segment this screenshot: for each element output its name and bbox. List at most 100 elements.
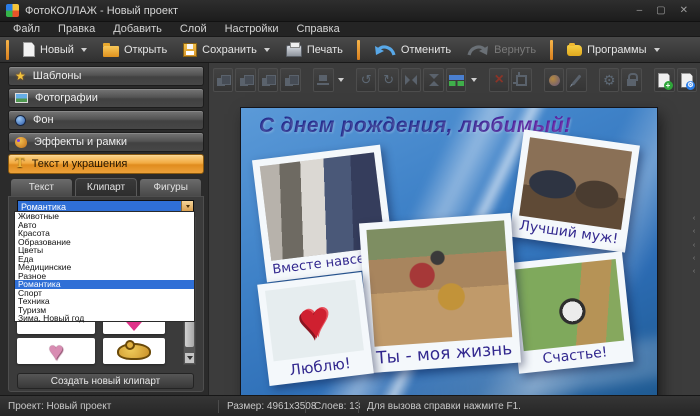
undo-button[interactable]: Отменить: [366, 39, 459, 61]
sidebar-item-photos[interactable]: Фотографии: [8, 88, 204, 108]
photo-man-sitting: [519, 137, 632, 230]
crop-button[interactable]: [511, 68, 531, 92]
maximize-button[interactable]: ▢: [656, 6, 665, 16]
add-page-button[interactable]: +: [654, 68, 674, 92]
panel-splitter-handle[interactable]: ‹ ‹ ‹ ‹ ‹: [690, 215, 698, 275]
text-icon: T: [15, 158, 25, 170]
sidebar-tabs: Текст Клипарт Фигуры: [8, 178, 204, 196]
layer-front-button[interactable]: [258, 68, 278, 92]
tab-shapes[interactable]: Фигуры: [139, 178, 202, 196]
status-size: Размер: 4961x3508: [219, 401, 305, 412]
flip-horizontal-icon: [404, 74, 418, 86]
save-button[interactable]: Сохранить: [175, 39, 278, 61]
open-button[interactable]: Открыть: [95, 39, 175, 61]
align-button[interactable]: [313, 68, 333, 92]
photo-flower-heart: ♥: [265, 280, 364, 362]
chevron-down-icon[interactable]: [654, 48, 660, 52]
align-dropdown[interactable]: [336, 68, 344, 92]
chevron-left-icon: ‹: [693, 242, 695, 249]
clipart-thumbnail[interactable]: [103, 338, 165, 364]
redo-button[interactable]: Вернуть: [459, 39, 544, 61]
photo-frame-my-life[interactable]: Ты - моя жизнь: [359, 213, 521, 373]
chevron-left-icon: ‹: [693, 268, 695, 275]
programs-button[interactable]: Программы: [559, 39, 667, 61]
folder-icon: [103, 46, 119, 57]
template-dropdown[interactable]: [468, 68, 476, 92]
tab-clipart[interactable]: Клипарт: [75, 178, 138, 196]
main-toolbar: Новый Открыть Сохранить Печать Отменить: [0, 37, 700, 63]
layer-backward-icon: [239, 74, 253, 87]
close-button[interactable]: ✕: [680, 6, 688, 16]
sidebar-item-templates[interactable]: ★ Шаблоны: [8, 66, 204, 86]
sidebar-item-effects[interactable]: Эффекты и рамки: [8, 132, 204, 152]
status-help: Для вызова справки нажмите F1.: [359, 401, 529, 412]
page-settings-button[interactable]: ⚙: [677, 68, 697, 92]
effects-button[interactable]: [544, 68, 564, 92]
align-icon: [316, 74, 330, 86]
heart-icon: ♥: [296, 295, 332, 346]
redo-arrow-icon: [467, 41, 489, 58]
photo-frame-love[interactable]: ♥ Люблю!: [257, 272, 374, 386]
rotate-right-button[interactable]: ↻: [378, 68, 398, 92]
photo-frame-best-husband[interactable]: Лучший муж!: [509, 129, 640, 252]
collage-canvas[interactable]: С днем рождения, любимый! Вместе навсегд…: [241, 108, 657, 407]
programs-icon: [567, 45, 582, 56]
photo-couple-walking: [366, 220, 512, 346]
menu-help[interactable]: Справка: [288, 23, 349, 35]
app-window: ФотоКОЛЛАЖ - Новый проект – ▢ ✕ Файл Пра…: [0, 0, 700, 416]
settings-button[interactable]: ⚙: [599, 68, 619, 92]
layer-backward-button[interactable]: [235, 68, 255, 92]
chevron-down-icon[interactable]: [264, 48, 270, 52]
status-layers: Слоев: 13: [306, 401, 358, 412]
photo-icon: [15, 93, 28, 103]
delete-button[interactable]: ×: [489, 68, 509, 92]
dropdown-item[interactable]: Животные: [15, 212, 194, 221]
effects-icon: [549, 75, 560, 86]
status-project: Проект: Новый проект: [0, 401, 218, 412]
flip-vertical-button[interactable]: [423, 68, 443, 92]
chevron-down-icon: [471, 78, 477, 82]
minimize-button[interactable]: –: [637, 6, 643, 16]
layer-back-button[interactable]: [280, 68, 300, 92]
dropdown-item[interactable]: Цветы: [15, 246, 194, 255]
layer-forward-icon: [216, 74, 230, 87]
menu-file[interactable]: Файл: [4, 23, 49, 35]
template-grid-button[interactable]: [446, 68, 466, 92]
sidebar-item-background[interactable]: Фон: [8, 110, 204, 130]
new-button[interactable]: Новый: [15, 39, 95, 61]
menu-layer[interactable]: Слой: [171, 23, 216, 35]
menu-edit[interactable]: Правка: [49, 23, 104, 35]
print-button[interactable]: Печать: [278, 39, 351, 61]
lock-button[interactable]: [621, 68, 641, 92]
edit-button[interactable]: [566, 68, 586, 92]
flip-horizontal-button[interactable]: [401, 68, 421, 92]
status-bar: Проект: Новый проект Размер: 4961x3508 С…: [0, 395, 700, 416]
scrollbar-down-button[interactable]: [185, 353, 194, 363]
flip-vertical-icon: [428, 73, 440, 87]
sidebar: ★ Шаблоны Фотографии Фон Эффекты и рамки…: [8, 66, 204, 392]
layer-forward-button[interactable]: [213, 68, 233, 92]
window-title: ФотоКОЛЛАЖ - Новый проект: [25, 5, 178, 17]
title-bar: ФотоКОЛЛАЖ - Новый проект – ▢ ✕: [0, 0, 700, 22]
chevron-down-icon[interactable]: [81, 48, 87, 52]
create-clipart-button[interactable]: Создать новый клипарт: [17, 373, 194, 389]
chevron-down-icon: [186, 205, 190, 208]
menu-settings[interactable]: Настройки: [216, 23, 288, 35]
crop-icon: [516, 75, 527, 86]
layer-back-icon: [284, 74, 298, 87]
gear-icon: ⚙: [686, 81, 695, 90]
photo-frame-happiness[interactable]: Счастье!: [508, 251, 634, 373]
dropdown-item[interactable]: Зима, Новый год: [15, 314, 194, 323]
tab-text[interactable]: Текст: [10, 178, 73, 196]
clipart-thumbnail[interactable]: ♥: [17, 338, 95, 364]
rotate-left-button[interactable]: ↺: [356, 68, 376, 92]
sidebar-item-text-decor[interactable]: T Текст и украшения: [8, 154, 204, 174]
unlock-icon: [627, 79, 636, 86]
menu-add[interactable]: Добавить: [104, 23, 171, 35]
layer-front-icon: [261, 74, 275, 87]
combobox-value: Романтика: [18, 202, 181, 212]
palette-icon: [15, 137, 27, 148]
crystal-heart-icon: ♥: [48, 339, 63, 363]
plus-icon: +: [664, 81, 673, 90]
chevron-left-icon: ‹: [693, 228, 695, 235]
